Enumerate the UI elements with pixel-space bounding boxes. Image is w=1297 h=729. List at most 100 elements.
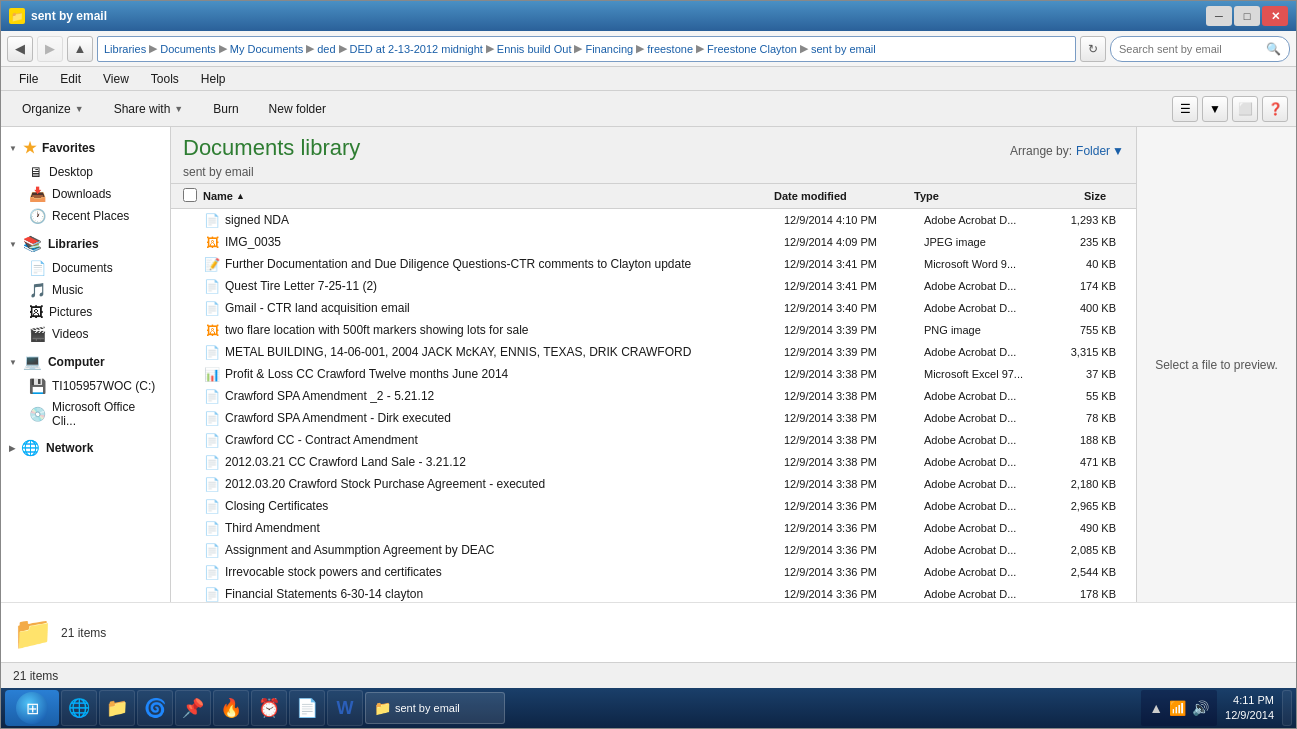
table-row[interactable]: 📄 Closing Certificates 12/9/2014 3:36 PM…	[171, 495, 1136, 517]
view-dropdown-button[interactable]: ▼	[1202, 96, 1228, 122]
details-pane-button[interactable]: ⬜	[1232, 96, 1258, 122]
file-type: Adobe Acrobat D...	[924, 412, 1044, 424]
favorites-header[interactable]: ▼ ★ Favorites	[1, 135, 170, 161]
file-scroll-area: Documents library Arrange by: Folder ▼ s…	[171, 127, 1136, 602]
col-header-size[interactable]: Size	[1034, 190, 1114, 202]
menu-file[interactable]: File	[9, 70, 48, 88]
table-row[interactable]: 📄 Crawford SPA Amendment _2 - 5.21.12 12…	[171, 385, 1136, 407]
breadcrumb[interactable]: Libraries ▶ Documents ▶ My Documents ▶ d…	[97, 36, 1076, 62]
menu-view[interactable]: View	[93, 70, 139, 88]
libraries-header[interactable]: ▼ 📚 Libraries	[1, 231, 170, 257]
taskbar-pdf-button[interactable]: 📄	[289, 690, 325, 726]
taskbar-ie-button[interactable]: 🌐	[61, 690, 97, 726]
table-row[interactable]: 📄 Crawford CC - Contract Amendment 12/9/…	[171, 429, 1136, 451]
table-row[interactable]: 📄 Assignment and Asummption Agreement by…	[171, 539, 1136, 561]
table-row[interactable]: 🖼 two flare location with 500ft markers …	[171, 319, 1136, 341]
search-input[interactable]	[1119, 43, 1262, 55]
taskbar-explorer-button[interactable]: 📁	[99, 690, 135, 726]
organize-button[interactable]: Organize ▼	[9, 95, 97, 123]
select-all-checkbox[interactable]	[183, 188, 197, 202]
file-name: signed NDA	[225, 213, 784, 227]
nav-item-recent[interactable]: 🕐 Recent Places	[1, 205, 170, 227]
breadcrumb-libraries[interactable]: Libraries	[104, 43, 146, 55]
network-header[interactable]: ▶ 🌐 Network	[1, 435, 170, 461]
nav-item-lib-music[interactable]: 🎵 Music	[1, 279, 170, 301]
favorites-section: ▼ ★ Favorites 🖥 Desktop 📥 Downloads 🕐 Re…	[1, 135, 170, 227]
breadcrumb-documents[interactable]: Documents	[160, 43, 216, 55]
minimize-button[interactable]: ─	[1206, 6, 1232, 26]
breadcrumb-ded[interactable]: ded	[317, 43, 335, 55]
systray-network[interactable]: 📶	[1169, 700, 1186, 716]
new-folder-button[interactable]: New folder	[256, 95, 339, 123]
breadcrumb-freestone[interactable]: freestone	[647, 43, 693, 55]
nav-item-c-drive[interactable]: 💾 TI105957WOC (C:)	[1, 375, 170, 397]
table-row[interactable]: 📄 2012.03.21 CC Crawford Land Sale - 3.2…	[171, 451, 1136, 473]
table-row[interactable]: 📄 Irrevocable stock powers and certifica…	[171, 561, 1136, 583]
nav-item-desktop[interactable]: 🖥 Desktop	[1, 161, 170, 183]
clock[interactable]: 4:11 PM 12/9/2014	[1221, 693, 1278, 724]
table-row[interactable]: 📄 Financial Statements 6-30-14 clayton 1…	[171, 583, 1136, 602]
view-toggle-button[interactable]: ☰	[1172, 96, 1198, 122]
table-row[interactable]: 📊 Profit & Loss CC Crawford Twelve month…	[171, 363, 1136, 385]
menu-tools[interactable]: Tools	[141, 70, 189, 88]
table-row[interactable]: 📄 signed NDA 12/9/2014 4:10 PM Adobe Acr…	[171, 209, 1136, 231]
nav-item-lib-videos[interactable]: 🎬 Videos	[1, 323, 170, 345]
file-name: Crawford SPA Amendment - Dirk executed	[225, 411, 784, 425]
refresh-button[interactable]: ↻	[1080, 36, 1106, 62]
menu-edit[interactable]: Edit	[50, 70, 91, 88]
burn-button[interactable]: Burn	[200, 95, 251, 123]
col-header-type[interactable]: Type	[914, 190, 1034, 202]
table-row[interactable]: 📄 METAL BUILDING, 14-06-001, 2004 JACK M…	[171, 341, 1136, 363]
library-title: Documents library	[183, 135, 360, 161]
table-row[interactable]: 📄 2012.03.20 Crawford Stock Purchase Agr…	[171, 473, 1136, 495]
file-icon: 📝	[203, 255, 221, 273]
search-icon[interactable]: 🔍	[1266, 42, 1281, 56]
menu-help[interactable]: Help	[191, 70, 236, 88]
nav-item-lib-documents[interactable]: 📄 Documents	[1, 257, 170, 279]
col-header-date[interactable]: Date modified	[774, 190, 914, 202]
arrange-link[interactable]: Folder ▼	[1076, 144, 1124, 158]
table-row[interactable]: 📄 Gmail - CTR land acquisition email 12/…	[171, 297, 1136, 319]
systray-sound[interactable]: 🔊	[1192, 700, 1209, 716]
taskbar-chrome-button[interactable]: 🌀	[137, 690, 173, 726]
file-date: 12/9/2014 3:39 PM	[784, 324, 924, 336]
file-name: IMG_0035	[225, 235, 784, 249]
breadcrumb-mydocs[interactable]: My Documents	[230, 43, 303, 55]
taskbar-window-button[interactable]: 📁 sent by email	[365, 692, 505, 724]
up-button[interactable]: ▲	[67, 36, 93, 62]
table-row[interactable]: 📄 Quest Tire Letter 7-25-11 (2) 12/9/201…	[171, 275, 1136, 297]
file-name: Closing Certificates	[225, 499, 784, 513]
breadcrumb-fc[interactable]: Freestone Clayton	[707, 43, 797, 55]
taskbar-pin3-button[interactable]: ⏰	[251, 690, 287, 726]
show-desktop-button[interactable]	[1282, 690, 1292, 726]
file-icon: 📄	[203, 475, 221, 493]
breadcrumb-ennis[interactable]: Ennis build Out	[497, 43, 572, 55]
breadcrumb-financing[interactable]: Financing	[585, 43, 633, 55]
nav-item-lib-pictures[interactable]: 🖼 Pictures	[1, 301, 170, 323]
file-type: Adobe Acrobat D...	[924, 566, 1044, 578]
share-with-button[interactable]: Share with ▼	[101, 95, 197, 123]
start-button[interactable]: ⊞	[5, 690, 59, 726]
taskbar-pin1-button[interactable]: 📌	[175, 690, 211, 726]
table-row[interactable]: 📝 Further Documentation and Due Diligenc…	[171, 253, 1136, 275]
col-header-name[interactable]: Name ▲	[203, 190, 774, 202]
taskbar-word-button[interactable]: W	[327, 690, 363, 726]
systray-arrow[interactable]: ▲	[1149, 700, 1163, 716]
close-button[interactable]: ✕	[1262, 6, 1288, 26]
table-row[interactable]: 📄 Third Amendment 12/9/2014 3:36 PM Adob…	[171, 517, 1136, 539]
breadcrumb-sent[interactable]: sent by email	[811, 43, 876, 55]
breadcrumb-ded2[interactable]: DED at 2-13-2012 midnight	[350, 43, 483, 55]
nav-item-downloads[interactable]: 📥 Downloads	[1, 183, 170, 205]
file-size: 55 KB	[1044, 390, 1124, 402]
help-button[interactable]: ❓	[1262, 96, 1288, 122]
pdf-icon: 📄	[204, 565, 220, 580]
table-row[interactable]: 📄 Crawford SPA Amendment - Dirk executed…	[171, 407, 1136, 429]
file-size: 37 KB	[1044, 368, 1124, 380]
nav-item-office[interactable]: 💿 Microsoft Office Cli...	[1, 397, 170, 431]
taskbar-pin2-button[interactable]: 🔥	[213, 690, 249, 726]
forward-button[interactable]: ▶	[37, 36, 63, 62]
computer-header[interactable]: ▼ 💻 Computer	[1, 349, 170, 375]
maximize-button[interactable]: □	[1234, 6, 1260, 26]
back-button[interactable]: ◀	[7, 36, 33, 62]
table-row[interactable]: 🖼 IMG_0035 12/9/2014 4:09 PM JPEG image …	[171, 231, 1136, 253]
